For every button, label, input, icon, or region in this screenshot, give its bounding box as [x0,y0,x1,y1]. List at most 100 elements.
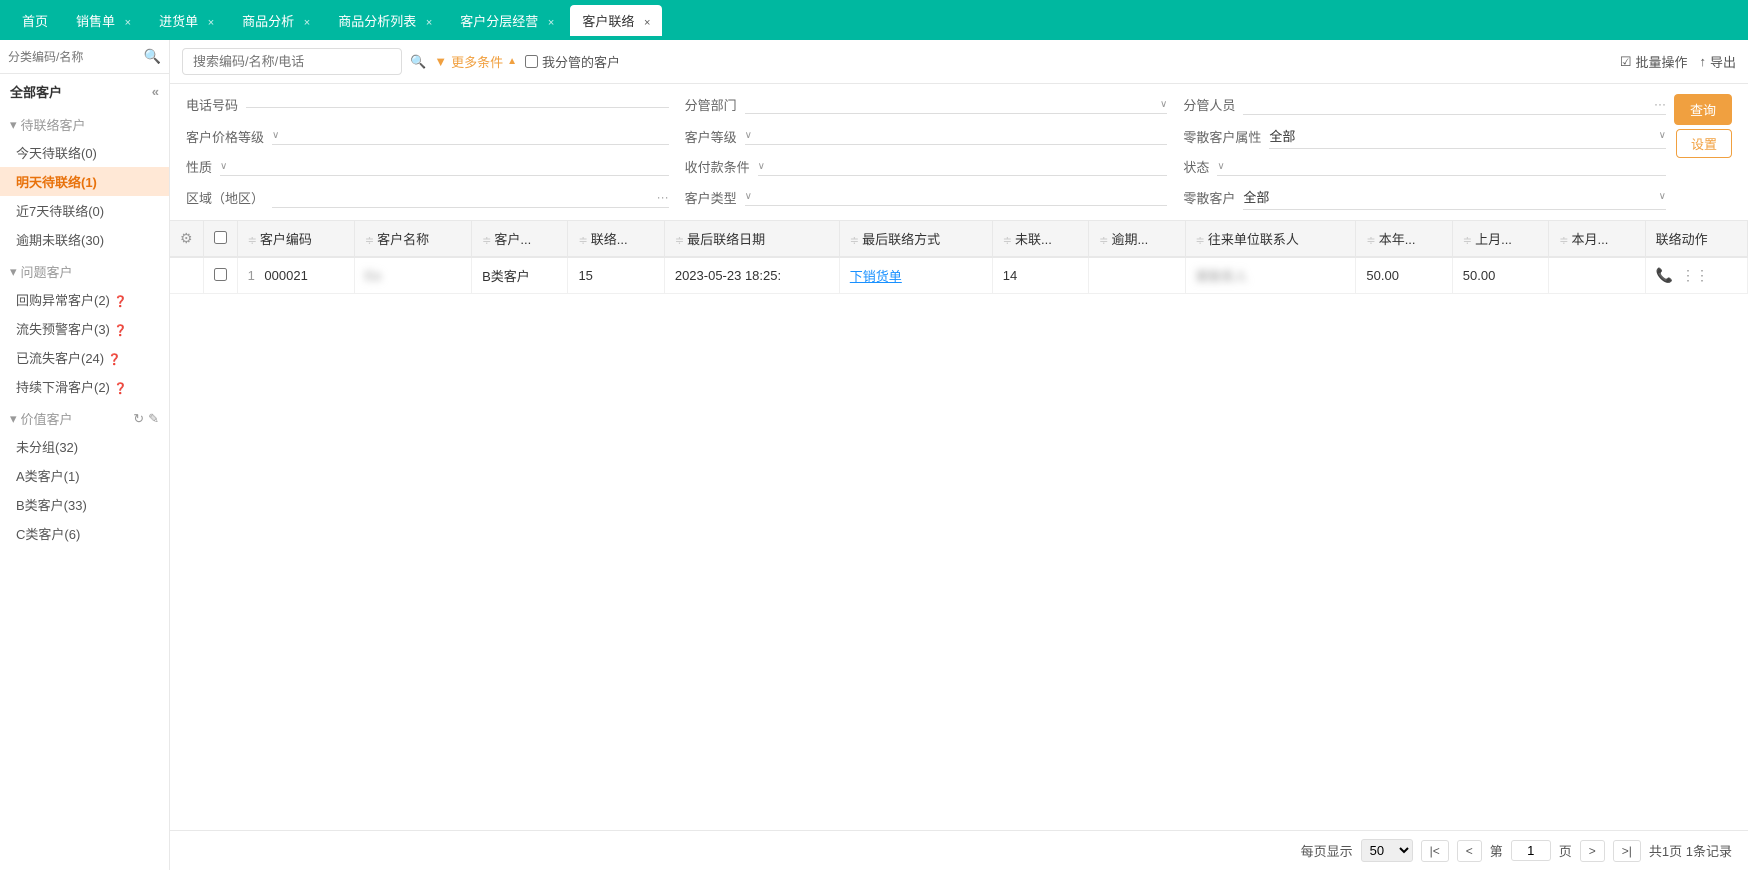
last-page-button[interactable]: >| [1613,840,1641,862]
nav-sales[interactable]: 销售单 × [64,5,143,36]
top-nav: 首页 销售单 × 进货单 × 商品分析 × 商品分析列表 × 客户分层经营 × … [0,0,1748,40]
retail-customer-select[interactable]: 全部 ∨ [1243,184,1666,210]
table-gear-icon[interactable]: ⚙ [180,230,193,246]
sidebar-declining[interactable]: 持续下滑客户(2) ❓ [0,372,169,401]
export-icon: ↑ [1699,54,1706,69]
customer-type-select[interactable]: ∨ [745,188,1168,206]
close-customer-layered-icon[interactable]: × [548,17,554,29]
col-last-method[interactable]: 最后联络方式 [839,221,992,257]
filter-icon: ▼ [434,54,447,69]
phone-action-icon[interactable]: 📞 [1656,267,1673,284]
close-sales-icon[interactable]: × [125,17,131,29]
retail-customer-field: 零散客户 全部 ∨ [1183,184,1666,210]
page-input[interactable] [1511,840,1551,861]
collapse-icon[interactable]: « [152,84,159,99]
retail-attr-select[interactable]: 全部 ∨ [1269,123,1666,149]
status-select[interactable]: ∨ [1217,158,1666,176]
value-customers-title: 价值客户 [21,409,73,428]
sidebar-search-bar: 🔍 [0,40,169,74]
filter-action-buttons: 查询 设置 [1674,94,1732,158]
customer-level-field: 客户等级 ∨ [685,127,1168,146]
close-product-analysis-list-icon[interactable]: × [426,17,432,29]
sidebar-week-pending[interactable]: 近7天待联络(0) [0,196,169,225]
edit-icon[interactable]: ✎ [148,411,159,427]
row-last-date: 2023-05-23 18:25: [675,268,781,283]
table-header-row: ⚙ 客户编码 客户名称 客户... 联络... 最后联络日期 最后联络方式 未联… [170,221,1748,257]
sidebar-today-pending[interactable]: 今天待联络(0) [0,138,169,167]
branch-person-select[interactable]: ··· [1243,94,1666,115]
prev-page-button[interactable]: < [1457,840,1482,862]
bulk-action-button[interactable]: ☑ 批量操作 [1620,52,1688,71]
select-all-checkbox[interactable] [214,231,227,244]
first-page-button[interactable]: |< [1421,840,1449,862]
col-contact-count[interactable]: 联络... [568,221,664,257]
my-customers-checkbox[interactable] [525,55,538,68]
sidebar-class-b[interactable]: B类客户(33) [0,490,169,519]
price-level-select[interactable]: ∨ [272,127,669,145]
sidebar-churn-warning[interactable]: 流失预警客户(3) ❓ [0,314,169,343]
status-chevron: ∨ [1217,161,1224,172]
payment-terms-select[interactable]: ∨ [758,158,1168,176]
my-customers-checkbox-label[interactable]: 我分管的客户 [525,52,620,71]
sidebar-search-input[interactable] [8,50,144,64]
search-button-icon[interactable]: 🔍 [410,54,426,70]
right-actions: ☑ 批量操作 ↑ 导出 [1620,52,1736,71]
sidebar-search-icon[interactable]: 🔍 [144,48,161,65]
row-index: 1 [248,268,255,283]
col-this-month[interactable]: 本月... [1549,221,1645,257]
col-code[interactable]: 客户编码 [237,221,354,257]
row-checkbox[interactable] [214,268,227,281]
col-last-month[interactable]: 上月... [1452,221,1548,257]
nav-home[interactable]: 首页 [10,5,60,36]
page-suffix-label: 页 [1559,841,1572,860]
row-last-method[interactable]: 下销货单 [850,269,902,284]
sidebar-overdue-pending[interactable]: 逾期未联络(30) [0,225,169,254]
query-button[interactable]: 查询 [1674,94,1732,125]
sidebar-tomorrow-pending[interactable]: 明天待联络(1) [0,167,169,196]
refresh-icon[interactable]: ↻ [133,411,144,427]
col-uncontacted[interactable]: 未联... [992,221,1088,257]
branch-dept-select[interactable]: ∨ [745,96,1168,114]
customer-type-chevron: ∨ [745,191,752,202]
filter-row-1: 电话号码 分管部门 ∨ 分管人员 [186,94,1666,115]
customer-level-select[interactable]: ∨ [745,127,1168,145]
close-purchase-icon[interactable]: × [208,17,214,29]
region-select[interactable]: ··· [272,187,669,208]
export-button[interactable]: ↑ 导出 [1699,52,1736,71]
settings-button[interactable]: 设置 [1676,129,1732,158]
phone-input[interactable] [246,102,669,108]
branch-person-dots: ··· [1654,97,1666,111]
col-contact-person[interactable]: 往来单位联系人 [1185,221,1356,257]
sidebar-ungrouped[interactable]: 未分组(32) [0,432,169,461]
next-page-button[interactable]: > [1580,840,1605,862]
sidebar-class-a[interactable]: A类客户(1) [0,461,169,490]
nav-product-analysis[interactable]: 商品分析 × [230,5,322,36]
row-gear-cell [170,257,203,294]
nav-customer-contact[interactable]: 客户联络 × [570,5,662,36]
search-input[interactable] [182,48,402,75]
page-size-select[interactable]: 50 100 200 [1361,839,1413,862]
close-product-analysis-icon[interactable]: × [304,17,310,29]
filter-toolbar: 🔍 ▼ 更多条件 ▲ 我分管的客户 ☑ 批量操作 ↑ 导出 [170,40,1748,84]
nav-purchase[interactable]: 进货单 × [147,5,226,36]
nature-select[interactable]: ∨ [220,158,669,176]
help-icon-2: ❓ [114,325,128,337]
col-last-date[interactable]: 最后联络日期 [664,221,839,257]
more-action-icon[interactable]: ⋮⋮ [1681,267,1709,284]
row-contact-count-cell: 15 [568,257,664,294]
col-overdue[interactable]: 逾期... [1089,221,1185,257]
pending-contact-group: ▾ 待联络客户 [0,111,169,138]
row-type: B类客户 [482,269,530,284]
col-name[interactable]: 客户名称 [354,221,471,257]
payment-terms-chevron: ∨ [758,161,765,172]
sidebar-class-c[interactable]: C类客户(6) [0,519,169,548]
col-this-year[interactable]: 本年... [1356,221,1452,257]
row-name[interactable]: Ea [365,268,381,283]
sidebar-churned[interactable]: 已流失客户(24) ❓ [0,343,169,372]
close-customer-contact-icon[interactable]: × [644,17,650,29]
col-type[interactable]: 客户... [472,221,568,257]
nav-customer-layered[interactable]: 客户分层经营 × [448,5,566,36]
more-conditions-button[interactable]: ▼ 更多条件 ▲ [434,52,517,71]
nav-product-analysis-list[interactable]: 商品分析列表 × [326,5,444,36]
sidebar-repurchase-abnormal[interactable]: 回购异常客户(2) ❓ [0,285,169,314]
